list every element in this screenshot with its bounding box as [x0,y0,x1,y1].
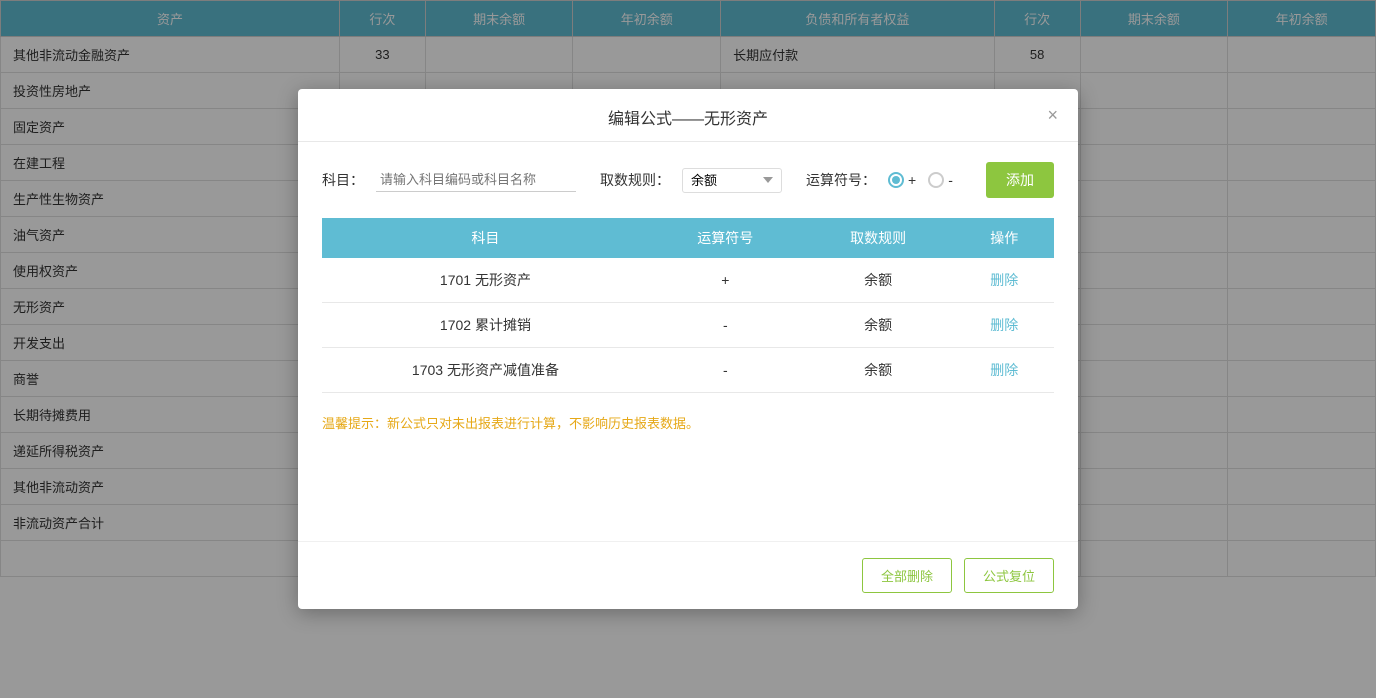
cell-operator-1: + [649,258,802,303]
tip-text: 温馨提示：新公式只对未出报表进行计算，不影响历史报表数据。 [322,413,1054,432]
formula-table: 科目 运算符号 取数规则 操作 1701 无形资产 + 余额 删除 [322,218,1054,393]
modal-title: 编辑公式——无形资产 [608,105,768,129]
cell-subject-2: 1702 累计摊销 [322,303,649,348]
cell-operator-3: - [649,348,802,393]
radio-plus-circle [888,172,904,188]
edit-formula-modal: 编辑公式——无形资产 × 科目： 取数规则： 余额 借方发生额 贷方发生额 [298,89,1078,609]
th-action: 操作 [955,218,1054,258]
modal-overlay: 编辑公式——无形资产 × 科目： 取数规则： 余额 借方发生额 贷方发生额 [0,0,1376,698]
cell-rule-3: 余额 [802,348,955,393]
cell-rule-2: 余额 [802,303,955,348]
delete-all-button[interactable]: 全部删除 [862,558,952,593]
table-header-row: 科目 运算符号 取数规则 操作 [322,218,1054,258]
cell-rule-1: 余额 [802,258,955,303]
cell-action-1: 删除 [955,258,1054,303]
radio-plus[interactable]: + [888,172,916,188]
subject-input[interactable] [376,168,576,192]
modal-body: 科目： 取数规则： 余额 借方发生额 贷方发生额 运算符号： + [298,142,1078,541]
table-row: 1703 无形资产减值准备 - 余额 删除 [322,348,1054,393]
cell-action-3: 删除 [955,348,1054,393]
close-button[interactable]: × [1043,102,1062,128]
radio-minus-circle [928,172,944,188]
cell-operator-2: - [649,303,802,348]
form-row: 科目： 取数规则： 余额 借方发生额 贷方发生额 运算符号： + [322,162,1054,198]
radio-plus-label: + [908,172,916,188]
reset-formula-button[interactable]: 公式复位 [964,558,1054,593]
th-operator: 运算符号 [649,218,802,258]
modal-header: 编辑公式——无形资产 × [298,89,1078,142]
modal-footer: 全部删除 公式复位 [298,541,1078,609]
operator-radio-group: + - [888,172,953,188]
radio-minus-label: - [948,172,953,188]
cell-action-2: 删除 [955,303,1054,348]
radio-minus[interactable]: - [928,172,953,188]
subject-label: 科目： [322,170,364,190]
rule-select-group: 余额 借方发生额 贷方发生额 [682,168,782,193]
delete-button-3[interactable]: 删除 [990,362,1018,378]
add-button[interactable]: 添加 [986,162,1054,198]
rule-select[interactable]: 余额 借方发生额 贷方发生额 [682,168,782,193]
table-row: 1701 无形资产 + 余额 删除 [322,258,1054,303]
th-subject: 科目 [322,218,649,258]
cell-subject-1: 1701 无形资产 [322,258,649,303]
delete-button-1[interactable]: 删除 [990,272,1018,288]
cell-subject-3: 1703 无形资产减值准备 [322,348,649,393]
rule-label: 取数规则： [600,170,670,190]
th-rule: 取数规则 [802,218,955,258]
footer-buttons: 全部删除 公式复位 [862,558,1054,593]
table-row: 1702 累计摊销 - 余额 删除 [322,303,1054,348]
operator-label: 运算符号： [806,170,876,190]
delete-button-2[interactable]: 删除 [990,317,1018,333]
